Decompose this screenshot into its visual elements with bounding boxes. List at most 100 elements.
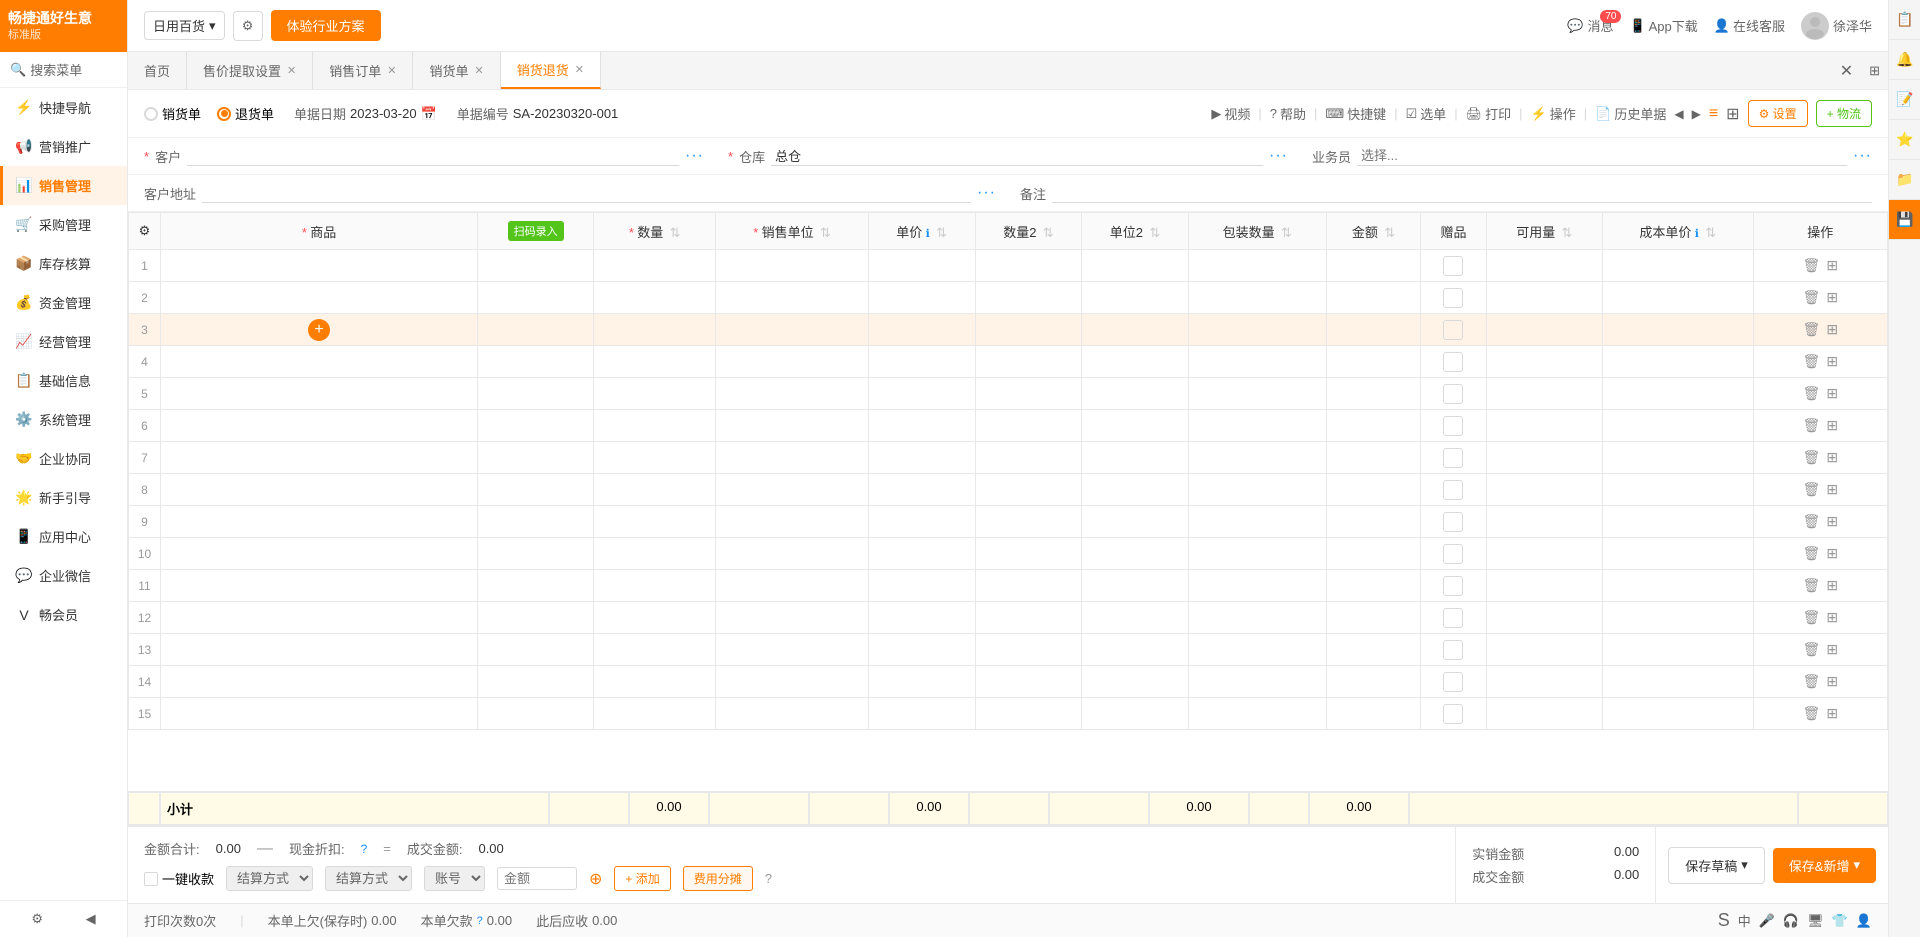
- product-cell[interactable]: [161, 634, 478, 666]
- radio-sales[interactable]: 销货单: [144, 104, 201, 123]
- qty-cell[interactable]: [593, 506, 716, 538]
- product-input[interactable]: [167, 514, 471, 529]
- gift-cell[interactable]: [1421, 378, 1486, 410]
- method-select[interactable]: 结算方式: [226, 866, 313, 891]
- delete-icon[interactable]: 🗑: [1803, 417, 1821, 434]
- qty2-cell[interactable]: [975, 314, 1082, 346]
- gift-cell[interactable]: [1421, 282, 1486, 314]
- delete-icon[interactable]: 🗑: [1803, 641, 1821, 658]
- close-all-tabs-button[interactable]: ✕: [1832, 61, 1861, 81]
- pack-qty-cell[interactable]: [1188, 314, 1326, 346]
- qty-cell[interactable]: [593, 314, 716, 346]
- price-cell[interactable]: [868, 538, 975, 570]
- qty-input[interactable]: [625, 546, 685, 561]
- qty2-cell[interactable]: [975, 506, 1082, 538]
- gift-checkbox[interactable]: [1443, 608, 1463, 628]
- delete-icon[interactable]: 🗑: [1803, 513, 1821, 530]
- amount-cell[interactable]: [1326, 346, 1420, 378]
- unit2-sort-icon[interactable]: ⇅: [1149, 225, 1160, 240]
- qty-cell[interactable]: [593, 410, 716, 442]
- qty-input[interactable]: [625, 642, 685, 657]
- unit2-cell[interactable]: [1082, 378, 1189, 410]
- price-cell[interactable]: [868, 698, 975, 730]
- sidebar-item-purchase[interactable]: 🛒 采购管理: [0, 205, 127, 244]
- pack-qty-cell[interactable]: [1188, 410, 1326, 442]
- qty2-cell[interactable]: [975, 378, 1082, 410]
- amount-cell[interactable]: [1326, 506, 1420, 538]
- pack-qty-cell[interactable]: [1188, 698, 1326, 730]
- fee-btn[interactable]: 费用分摊: [683, 866, 753, 891]
- right-icon-note[interactable]: 📝: [1889, 80, 1920, 120]
- collapse-icon[interactable]: ◀: [86, 911, 96, 927]
- unit2-cell[interactable]: [1082, 346, 1189, 378]
- unit-cell[interactable]: [716, 634, 868, 666]
- amount-cell[interactable]: [1326, 410, 1420, 442]
- online-service-link[interactable]: 👤 在线客服: [1714, 16, 1785, 35]
- gift-checkbox[interactable]: [1443, 672, 1463, 692]
- gear-icon[interactable]: ⚙: [139, 223, 151, 238]
- address-more-icon[interactable]: ···: [977, 184, 996, 202]
- product-input[interactable]: [167, 674, 471, 689]
- copy-icon[interactable]: ⊞: [1826, 385, 1838, 402]
- amount-cell[interactable]: [1326, 314, 1420, 346]
- gift-cell[interactable]: [1421, 442, 1486, 474]
- sidebar-item-inventory[interactable]: 📦 库存核算: [0, 244, 127, 283]
- user-menu[interactable]: 徐泽华: [1801, 12, 1872, 40]
- qty-input[interactable]: [625, 482, 685, 497]
- sidebar-item-marketing[interactable]: 📢 营销推广: [0, 127, 127, 166]
- select-action[interactable]: ☑ 选单: [1406, 104, 1447, 123]
- qty-cell[interactable]: [593, 474, 716, 506]
- copy-icon[interactable]: ⊞: [1826, 705, 1838, 722]
- print-action[interactable]: 🖨 打印: [1466, 104, 1512, 123]
- gift-cell[interactable]: [1421, 474, 1486, 506]
- pack-qty-cell[interactable]: [1188, 378, 1326, 410]
- right-icon-bell[interactable]: 🔔: [1889, 40, 1920, 80]
- qty-cell[interactable]: [593, 282, 716, 314]
- amount-cell[interactable]: [1326, 602, 1420, 634]
- product-cell[interactable]: [161, 442, 478, 474]
- copy-icon[interactable]: ⊞: [1826, 481, 1838, 498]
- staff-input[interactable]: [1357, 146, 1847, 166]
- warehouse-more-icon[interactable]: ···: [1269, 147, 1288, 165]
- sidebar-item-member[interactable]: V 畅会员: [0, 595, 127, 634]
- delete-icon[interactable]: 🗑: [1803, 353, 1821, 370]
- unit2-cell[interactable]: [1082, 506, 1189, 538]
- customer-input[interactable]: [187, 146, 679, 166]
- product-input[interactable]: [167, 386, 471, 401]
- customer-more-icon[interactable]: ···: [685, 147, 704, 165]
- unit2-cell[interactable]: [1082, 666, 1189, 698]
- qty-input[interactable]: [625, 610, 685, 625]
- available-sort-icon[interactable]: ⇅: [1562, 225, 1573, 240]
- price-cell[interactable]: [868, 666, 975, 698]
- info-question-icon[interactable]: ?: [361, 842, 368, 856]
- product-cell[interactable]: [161, 250, 478, 282]
- price-cell[interactable]: [868, 378, 975, 410]
- unit-cell[interactable]: [716, 538, 868, 570]
- delete-icon[interactable]: 🗑: [1803, 705, 1821, 722]
- pack-qty-cell[interactable]: [1188, 442, 1326, 474]
- unit-cell[interactable]: [716, 570, 868, 602]
- unit2-cell[interactable]: [1082, 474, 1189, 506]
- product-cell[interactable]: [161, 410, 478, 442]
- unit-cell[interactable]: [716, 442, 868, 474]
- qty-cell[interactable]: [593, 698, 716, 730]
- address-input[interactable]: [202, 183, 971, 203]
- product-input[interactable]: [167, 546, 471, 561]
- copy-icon[interactable]: ⊞: [1826, 545, 1838, 562]
- unit2-cell[interactable]: [1082, 538, 1189, 570]
- unit2-cell[interactable]: [1082, 314, 1189, 346]
- product-input[interactable]: [167, 354, 471, 369]
- qty2-cell[interactable]: [975, 570, 1082, 602]
- gift-checkbox[interactable]: [1443, 640, 1463, 660]
- product-cell[interactable]: [161, 506, 478, 538]
- pack-qty-cell[interactable]: [1188, 474, 1326, 506]
- delete-icon[interactable]: 🗑: [1803, 673, 1821, 690]
- price-cell[interactable]: [868, 570, 975, 602]
- sidebar-item-quick-nav[interactable]: ⚡ 快捷导航: [0, 88, 127, 127]
- price-info-icon[interactable]: ℹ: [926, 228, 930, 240]
- sidebar-item-sales[interactable]: 📊 销售管理: [0, 166, 127, 205]
- product-input[interactable]: [167, 642, 471, 657]
- right-icon-star[interactable]: ⭐: [1889, 120, 1920, 160]
- video-action[interactable]: ▶ 视频: [1211, 104, 1250, 123]
- shortcut-action[interactable]: ⌨ 快捷键: [1325, 104, 1386, 123]
